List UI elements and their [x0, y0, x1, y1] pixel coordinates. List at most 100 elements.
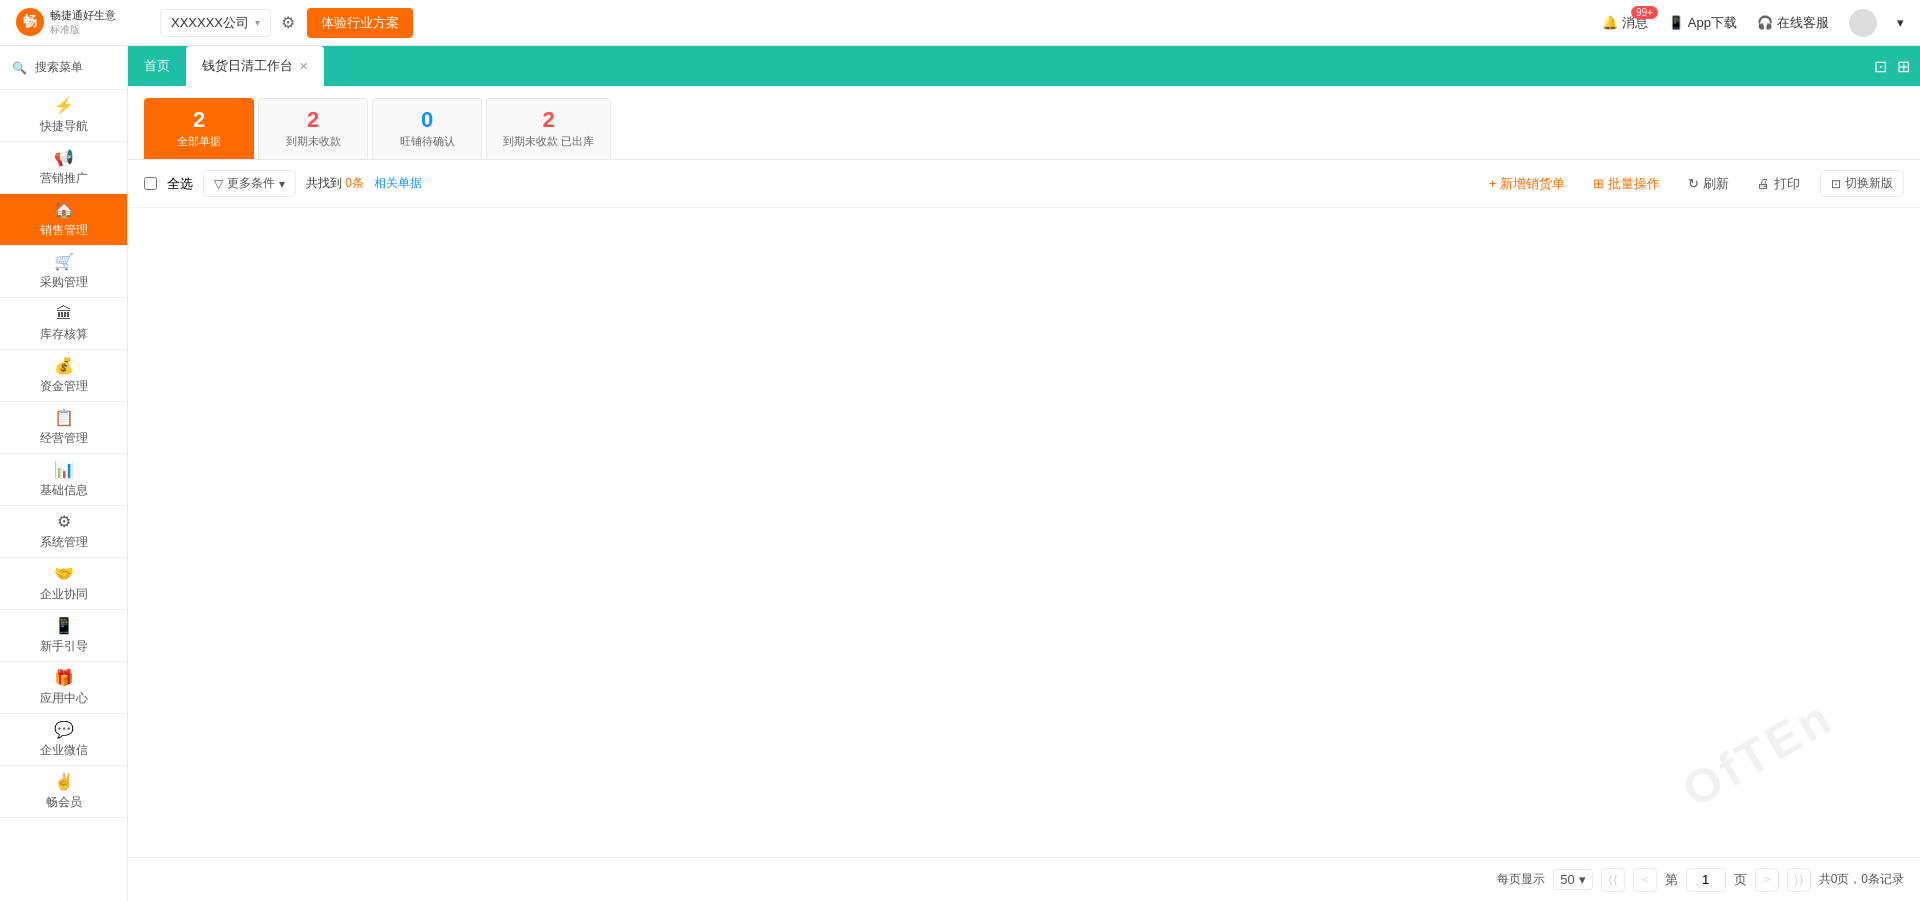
sidebar-item-label: 快捷导航: [40, 118, 88, 135]
sidebar-item-operation[interactable]: 📋 经营管理: [0, 402, 127, 454]
sidebar-item-vip[interactable]: ✌ 畅会员: [0, 766, 127, 818]
sidebar-item-label: 企业微信: [40, 742, 88, 759]
sidebar-item-guide[interactable]: 📱 新手引导: [0, 610, 127, 662]
sidebar-item-label: 基础信息: [40, 482, 88, 499]
sidebar-item-purchase[interactable]: 🛒 采购管理: [0, 246, 127, 298]
refresh-label: 刷新: [1703, 175, 1729, 193]
sidebar-item-finance[interactable]: 💰 资金管理: [0, 350, 127, 402]
finance-icon: 💰: [54, 356, 74, 375]
message-btn[interactable]: 🔔 消息 99+: [1602, 14, 1648, 32]
settings-icon[interactable]: ⚙: [281, 13, 295, 32]
prev-page-btn[interactable]: ＜: [1633, 868, 1657, 892]
last-page-btn[interactable]: ⟩⟩: [1787, 868, 1811, 892]
summary-tab-overdue[interactable]: 2 到期未收款: [258, 98, 368, 159]
vip-icon: ✌: [54, 772, 74, 791]
logo-icon: 畅: [16, 8, 44, 36]
sidebar-item-quick-nav[interactable]: ⚡ 快捷导航: [0, 90, 127, 142]
print-icon: 🖨: [1757, 176, 1770, 191]
print-label: 打印: [1774, 175, 1800, 193]
per-page-label: 每页显示: [1497, 871, 1545, 888]
search-icon: 🔍: [12, 61, 27, 75]
sidebar-item-wechat[interactable]: 💬 企业微信: [0, 714, 127, 766]
online-service-btn[interactable]: 🎧 在线客服: [1757, 14, 1829, 32]
select-all-checkbox[interactable]: [144, 177, 157, 190]
next-page-btn[interactable]: ＞: [1755, 868, 1779, 892]
table-area: [128, 208, 1920, 857]
trial-button[interactable]: 体验行业方案: [307, 8, 413, 38]
summary-tab-all[interactable]: 2 全部单据: [144, 98, 254, 159]
top-header: 畅 畅捷通好生意 标准版 XXXXXX公司 ▾ ⚙ 体验行业方案 🔔 消息 99…: [0, 0, 1920, 46]
add-sales-order-btn[interactable]: + 新增销货单: [1481, 171, 1573, 197]
page-size-value: 50: [1560, 872, 1574, 887]
sidebar-item-label: 库存核算: [40, 326, 88, 343]
refresh-btn[interactable]: ↻ 刷新: [1680, 171, 1737, 197]
refresh-icon: ↻: [1688, 176, 1699, 191]
header-right: 🔔 消息 99+ 📱 App下载 🎧 在线客服 ▾: [1602, 9, 1904, 37]
switch-new-version-btn[interactable]: ⊡ 切换新版: [1820, 170, 1904, 197]
nav-tabs: 首页 钱货日清工作台 ✕ ⊡ ⊞: [128, 46, 1920, 86]
sidebar-item-label: 企业协同: [40, 586, 88, 603]
logo-text: 畅捷通好生意: [50, 8, 116, 22]
cooperation-icon: 🤝: [54, 564, 74, 583]
summary-tab-wangpu-label: 旺铺待确认: [400, 135, 455, 147]
avatar[interactable]: [1849, 9, 1877, 37]
tab-close-icon[interactable]: ✕: [299, 60, 308, 73]
toolbar-right: + 新增销货单 ⊞ 批量操作 ↻ 刷新 🖨 打印 ⊡ 切换新版: [1481, 170, 1904, 197]
user-menu-btn[interactable]: ▾: [1897, 15, 1904, 30]
logo-sub: 标准版: [50, 23, 116, 37]
pagination: 每页显示 50 ▾ ⟨⟨ ＜ 第 页 ＞ ⟩⟩ 共0页，0条记录: [128, 857, 1920, 901]
tab-qianhuoricheng[interactable]: 钱货日清工作台 ✕: [186, 46, 324, 86]
filter-button[interactable]: ▽ 更多条件 ▾: [203, 170, 296, 197]
batch-operation-btn[interactable]: ⊞ 批量操作: [1585, 171, 1668, 197]
summary-tab-wangpu[interactable]: 0 旺铺待确认: [372, 98, 482, 159]
toolbar-left: 全选 ▽ 更多条件 ▾ 共找到 0条 相关单据: [144, 170, 1469, 197]
summary-tab-all-label: 全部单据: [177, 135, 221, 147]
sidebar-item-label: 畅会员: [46, 794, 82, 811]
sidebar-item-cooperation[interactable]: 🤝 企业协同: [0, 558, 127, 610]
current-page-input[interactable]: [1686, 868, 1726, 892]
summary-tabs: 2 全部单据 2 到期未收款 0 旺铺待确认 2 到期未收款 已出库: [128, 86, 1920, 160]
sidebar-item-system[interactable]: ⚙ 系统管理: [0, 506, 127, 558]
nav-maximize-icon[interactable]: ⊞: [1897, 57, 1910, 76]
guide-icon: 📱: [54, 616, 74, 635]
message-badge: 99+: [1631, 6, 1658, 19]
tab-home[interactable]: 首页: [128, 46, 186, 86]
sidebar-item-basic[interactable]: 📊 基础信息: [0, 454, 127, 506]
summary-tab-wangpu-num: 0: [389, 107, 465, 133]
appstore-icon: 🎁: [54, 668, 74, 687]
nav-minimize-icon[interactable]: ⊡: [1874, 57, 1887, 76]
found-prefix: 共找到: [306, 176, 342, 190]
page-suffix: 页: [1734, 871, 1747, 889]
system-icon: ⚙: [57, 512, 71, 531]
switch-icon: ⊡: [1831, 177, 1841, 191]
sidebar-item-label: 系统管理: [40, 534, 88, 551]
batch-label: 批量操作: [1608, 175, 1660, 193]
sidebar-search[interactable]: 🔍 搜索菜单: [0, 46, 127, 90]
summary-tab-all-num: 2: [161, 107, 237, 133]
filter-label: 更多条件: [227, 175, 275, 192]
sidebar-item-marketing[interactable]: 📢 营销推广: [0, 142, 127, 194]
sidebar-item-label: 新手引导: [40, 638, 88, 655]
app-download-btn[interactable]: 📱 App下载: [1668, 14, 1737, 32]
sidebar-item-sales[interactable]: 🏠 销售管理: [0, 194, 127, 246]
content-area: 2 全部单据 2 到期未收款 0 旺铺待确认 2 到期未收款 已出库 全选: [128, 86, 1920, 901]
print-btn[interactable]: 🖨 打印: [1749, 171, 1808, 197]
switch-label: 切换新版: [1845, 175, 1893, 192]
phone-icon: 📱: [1668, 15, 1684, 30]
page-size-select[interactable]: 50 ▾: [1553, 869, 1592, 890]
purchase-icon: 🛒: [54, 252, 74, 271]
chevron-down-icon-page: ▾: [1579, 872, 1586, 887]
sidebar-item-inventory[interactable]: 🏛 库存核算: [0, 298, 127, 350]
sidebar-item-label: 经营管理: [40, 430, 88, 447]
related-link[interactable]: 相关单据: [374, 175, 422, 192]
select-all-label: 全选: [167, 175, 193, 193]
main-content: 2 全部单据 2 到期未收款 0 旺铺待确认 2 到期未收款 已出库 全选: [128, 86, 1920, 901]
summary-tab-overdue-num: 2: [275, 107, 351, 133]
first-page-btn[interactable]: ⟨⟨: [1601, 868, 1625, 892]
company-selector[interactable]: XXXXXX公司 ▾: [160, 9, 271, 37]
online-service-label: 在线客服: [1777, 14, 1829, 32]
summary-tab-overdue2[interactable]: 2 到期未收款 已出库: [486, 98, 611, 159]
bell-icon: 🔔: [1602, 15, 1618, 30]
sales-icon: 🏠: [54, 200, 74, 219]
sidebar-item-appstore[interactable]: 🎁 应用中心: [0, 662, 127, 714]
